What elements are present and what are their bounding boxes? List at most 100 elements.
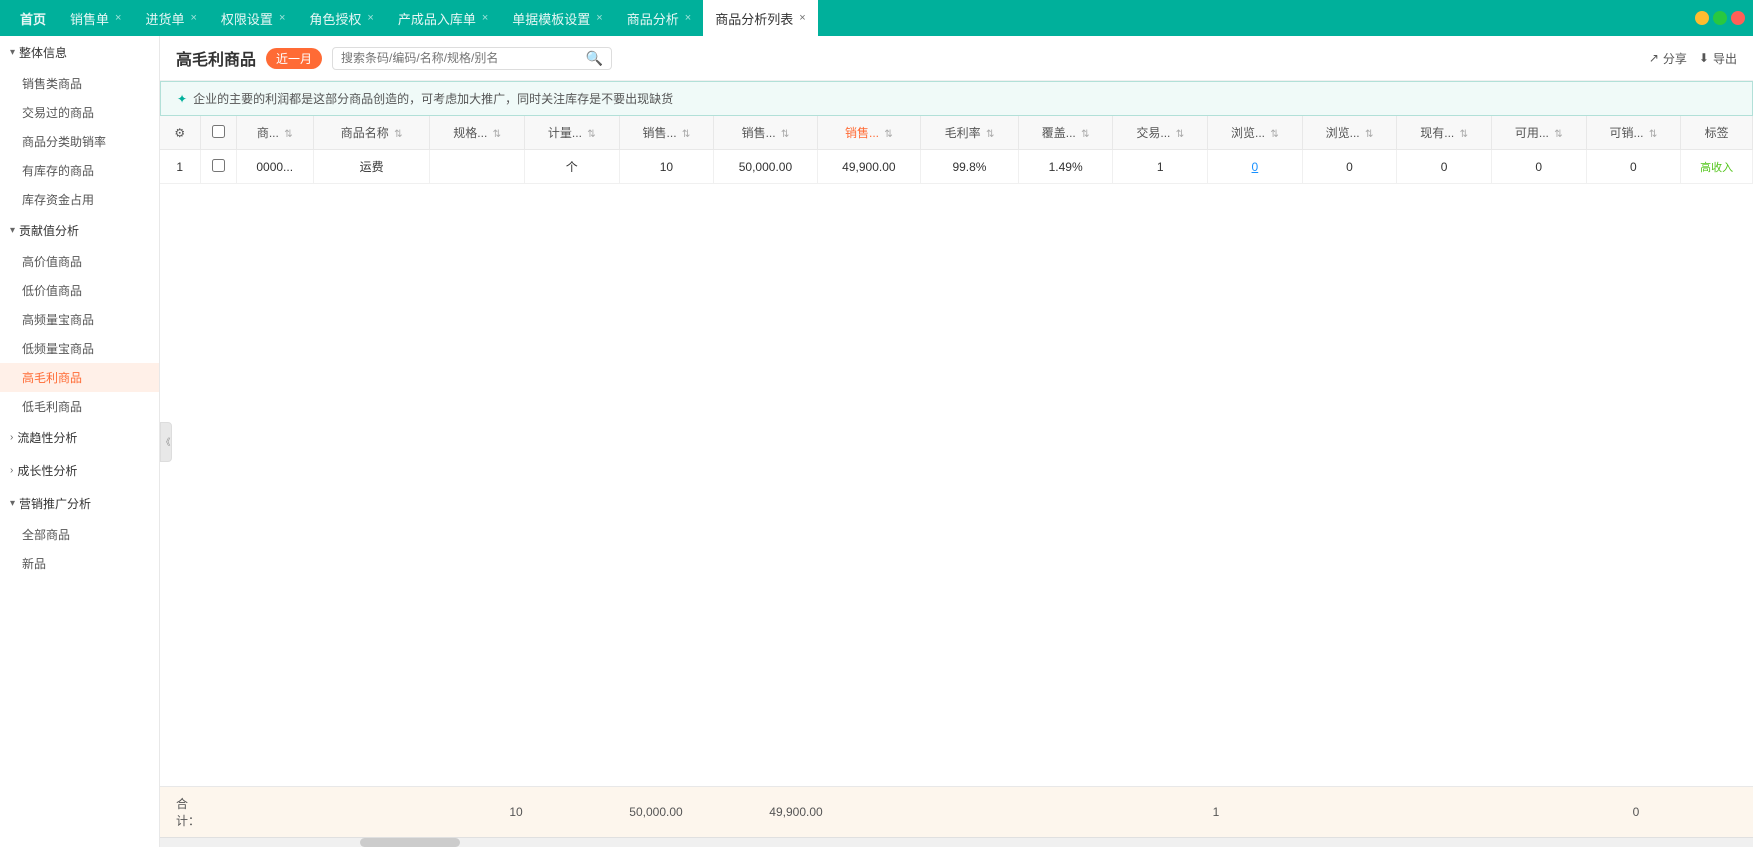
tab-products[interactable]: 产成品入库单 ×	[386, 0, 500, 36]
row-browse2: 0	[1302, 150, 1397, 184]
tab-purchase-close[interactable]: ×	[190, 12, 196, 24]
tab-sales[interactable]: 销售单 ×	[58, 0, 133, 36]
tab-analysis-close[interactable]: ×	[685, 12, 691, 24]
trend-group-label: 流趋性分析	[17, 429, 77, 446]
footer-available: 0	[1736, 805, 1753, 819]
row-checkbox[interactable]	[212, 159, 225, 172]
col-sales-amount[interactable]: 销售... ⇅	[714, 116, 817, 150]
sidebar-item-sales-ranking[interactable]: 销售类商品	[0, 69, 159, 98]
tab-template-label: 单据模板设置	[512, 9, 590, 28]
row-available: 0	[1491, 150, 1586, 184]
window-maximize-button[interactable]: □	[1713, 11, 1727, 25]
col-browse2[interactable]: 浏览... ⇅	[1302, 116, 1397, 150]
col-sellable[interactable]: 可销... ⇅	[1586, 116, 1681, 150]
tab-purchase-label: 进货单	[145, 9, 184, 28]
window-minimize-button[interactable]: −	[1695, 11, 1709, 25]
scrollbar-thumb[interactable]	[360, 838, 460, 847]
sort-sales-profit-icon: ⇅	[884, 129, 892, 140]
tab-roles-close[interactable]: ×	[367, 12, 373, 24]
sidebar-collapse-button[interactable]: 《	[160, 422, 172, 462]
sidebar-item-high-profit[interactable]: 高毛利商品	[0, 363, 159, 392]
row-browse1[interactable]: 0	[1208, 150, 1303, 184]
sidebar-group-finance[interactable]: ▾ 贡献值分析	[0, 214, 159, 247]
footer-sales-qty: 10	[476, 805, 556, 819]
sidebar-group-growth[interactable]: › 成长性分析	[0, 454, 159, 487]
col-current-stock[interactable]: 现有... ⇅	[1397, 116, 1492, 150]
sort-sales-amount-icon: ⇅	[781, 129, 789, 140]
sidebar-item-in-stock[interactable]: 有库存的商品	[0, 156, 159, 185]
tab-sales-close[interactable]: ×	[115, 12, 121, 24]
data-table-wrapper[interactable]: ⚙ 商... ⇅ 商品名称 ⇅ 规格... ⇅	[160, 116, 1753, 786]
tab-roles[interactable]: 角色授权 ×	[297, 0, 385, 36]
col-browse1[interactable]: 浏览... ⇅	[1208, 116, 1303, 150]
col-settings[interactable]: ⚙	[160, 116, 200, 150]
col-check[interactable]	[200, 116, 236, 150]
sidebar-group-marketing[interactable]: ▾ 营销推广分析	[0, 487, 159, 520]
sidebar-item-high-freq[interactable]: 高频量宝商品	[0, 305, 159, 334]
col-tag[interactable]: 标签	[1681, 116, 1753, 150]
browse1-link[interactable]: 0	[1252, 160, 1259, 174]
footer-values: 10 50,000.00 49,900.00 1 0 0	[216, 805, 1753, 819]
sidebar-item-capital-share[interactable]: 库存资金占用	[0, 185, 159, 214]
footer-current-stock: 0	[1596, 805, 1676, 819]
data-table: ⚙ 商... ⇅ 商品名称 ⇅ 规格... ⇅	[160, 116, 1753, 184]
sort-transactions-icon: ⇅	[1176, 129, 1184, 140]
tab-analysis-list-label: 商品分析列表	[715, 9, 793, 28]
content-header: 高毛利商品 近一月 🔍 ↗ 分享 ⬇ 导出	[160, 36, 1753, 81]
tab-home[interactable]: 首页	[8, 0, 58, 36]
tab-purchase[interactable]: 进货单 ×	[133, 0, 208, 36]
row-spec	[430, 150, 525, 184]
filter-recent-month-button[interactable]: 近一月	[266, 48, 322, 69]
window-controls: − □ ×	[1695, 11, 1745, 25]
tab-analysis[interactable]: 商品分析 ×	[615, 0, 703, 36]
table-header-row: ⚙ 商... ⇅ 商品名称 ⇅ 规格... ⇅	[160, 116, 1753, 150]
col-sales-qty[interactable]: 销售... ⇅	[619, 116, 714, 150]
sidebar: ▾ 整体信息 销售类商品 交易过的商品 商品分类助销率 有库存的商品 库存资金占…	[0, 36, 160, 847]
tab-analysis-label: 商品分析	[627, 9, 679, 28]
sort-browse1-icon: ⇅	[1270, 129, 1278, 140]
search-input[interactable]	[341, 51, 586, 65]
sidebar-item-low-profit[interactable]: 低毛利商品	[0, 392, 159, 421]
row-current-stock: 0	[1397, 150, 1492, 184]
tab-products-close[interactable]: ×	[482, 12, 488, 24]
header-actions: ↗ 分享 ⬇ 导出	[1649, 50, 1737, 67]
col-sales-profit[interactable]: 销售... ⇅	[817, 116, 920, 150]
tab-template[interactable]: 单据模板设置 ×	[500, 0, 614, 36]
share-button[interactable]: ↗ 分享	[1649, 50, 1687, 67]
sort-available-icon: ⇅	[1554, 129, 1562, 140]
tab-sales-label: 销售单	[70, 9, 109, 28]
window-close-button[interactable]: ×	[1731, 11, 1745, 25]
row-check[interactable]	[200, 150, 236, 184]
sidebar-item-low-price[interactable]: 低价值商品	[0, 276, 159, 305]
row-seq: 1	[160, 150, 200, 184]
sidebar-item-high-price[interactable]: 高价值商品	[0, 247, 159, 276]
col-unit[interactable]: 计量... ⇅	[524, 116, 619, 150]
col-available[interactable]: 可用... ⇅	[1491, 116, 1586, 150]
sidebar-item-new-products[interactable]: 新品	[0, 549, 159, 578]
sidebar-item-category-aid[interactable]: 商品分类助销率	[0, 127, 159, 156]
tab-analysis-list[interactable]: 商品分析列表 ×	[703, 0, 817, 36]
col-code[interactable]: 商... ⇅	[236, 116, 313, 150]
sort-gross-margin-icon: ⇅	[986, 129, 994, 140]
col-gross-margin[interactable]: 毛利率 ⇅	[921, 116, 1019, 150]
export-button[interactable]: ⬇ 导出	[1699, 50, 1737, 67]
tab-analysis-list-close[interactable]: ×	[799, 12, 805, 24]
col-transactions[interactable]: 交易... ⇅	[1113, 116, 1208, 150]
tab-permissions-close[interactable]: ×	[279, 12, 285, 24]
col-spec[interactable]: 规格... ⇅	[430, 116, 525, 150]
sidebar-item-traded[interactable]: 交易过的商品	[0, 98, 159, 127]
content-area: 高毛利商品 近一月 🔍 ↗ 分享 ⬇ 导出 ✦ 企业的主要的利润都是这部分商品创…	[160, 36, 1753, 847]
horizontal-scrollbar[interactable]	[160, 837, 1753, 847]
col-name[interactable]: 商品名称 ⇅	[313, 116, 429, 150]
tab-permissions[interactable]: 权限设置 ×	[209, 0, 297, 36]
sidebar-item-all-products[interactable]: 全部商品	[0, 520, 159, 549]
footer-gross-margin	[896, 805, 976, 819]
tab-template-close[interactable]: ×	[596, 12, 602, 24]
select-all-checkbox[interactable]	[212, 125, 225, 138]
sidebar-group-overall[interactable]: ▾ 整体信息	[0, 36, 159, 69]
sidebar-item-low-freq[interactable]: 低频量宝商品	[0, 334, 159, 363]
row-code: 0000...	[236, 150, 313, 184]
col-coverage[interactable]: 覆盖... ⇅	[1018, 116, 1113, 150]
growth-group-label: 成长性分析	[17, 462, 77, 479]
sidebar-group-trend[interactable]: › 流趋性分析	[0, 421, 159, 454]
